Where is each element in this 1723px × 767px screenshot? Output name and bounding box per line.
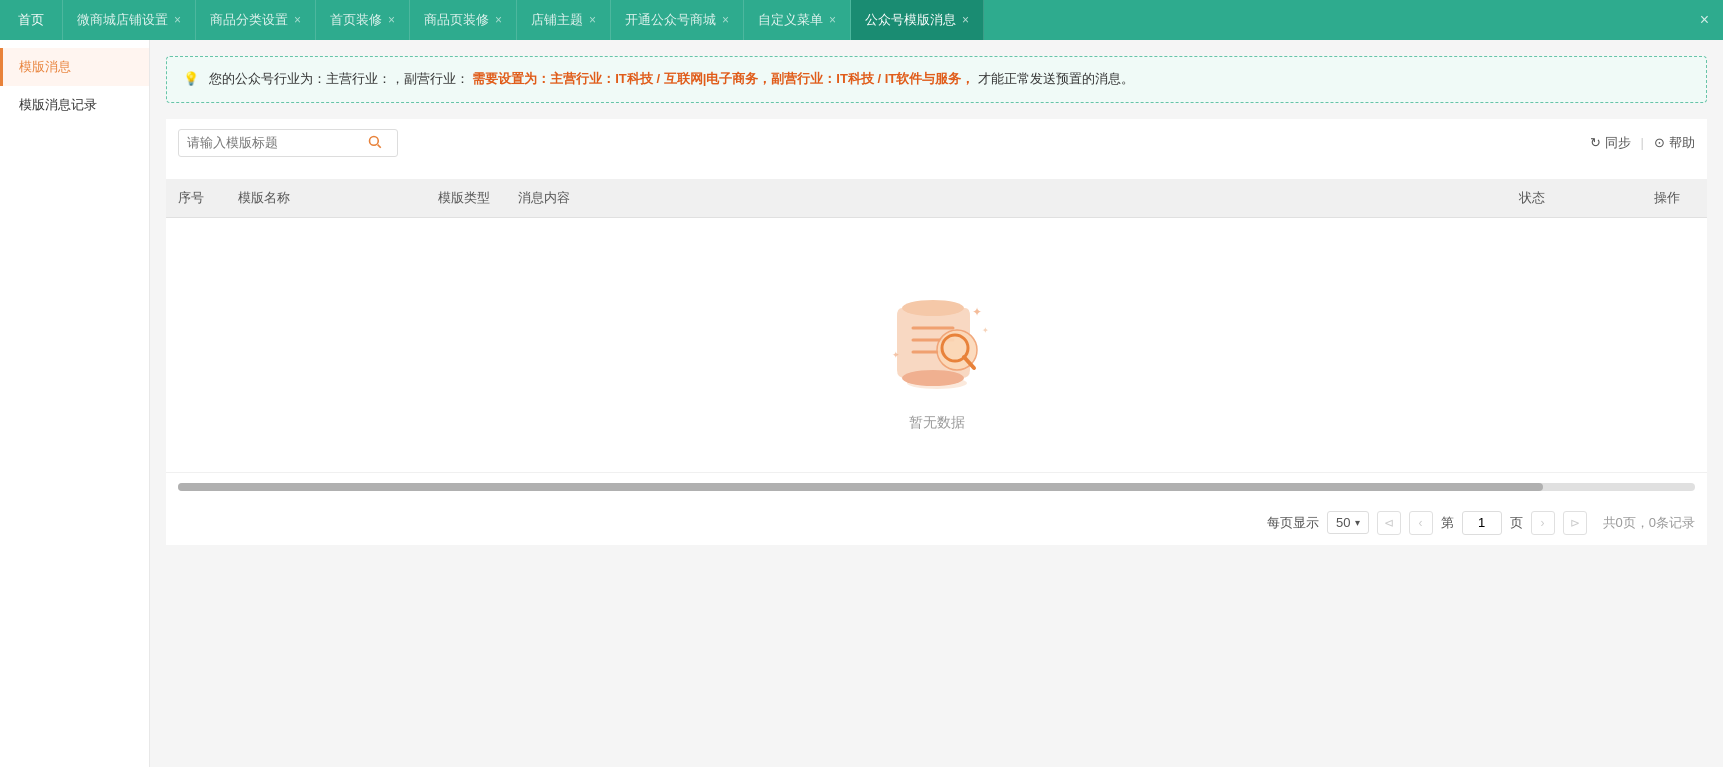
main-layout: 模版消息 模版消息记录 💡 您的公众号行业为：主营行业：，副营行业： 需要设置为… xyxy=(0,40,1723,767)
scroll-thumb xyxy=(178,483,1543,491)
table-empty-cell: ✦ ✦ ✦ 暂无数据 xyxy=(166,217,1707,472)
notice-highlight: 需要设置为：主营行业：IT科技 / 互联网|电子商务，副营行业：IT科技 / I… xyxy=(472,71,974,86)
sidebar-item-template-msg[interactable]: 模版消息 xyxy=(0,48,149,86)
close-category[interactable]: × xyxy=(294,13,301,27)
sidebar-item-log-label: 模版消息记录 xyxy=(19,97,97,112)
table-empty-row: ✦ ✦ ✦ 暂无数据 xyxy=(166,217,1707,472)
svg-line-1 xyxy=(378,144,381,147)
page-next-button[interactable]: › xyxy=(1531,511,1555,535)
nav-tab-template-msg[interactable]: 公众号模版消息 × xyxy=(851,0,984,40)
page-size-select[interactable]: 50 ▾ xyxy=(1327,511,1368,534)
toolbar-divider: | xyxy=(1641,135,1644,150)
empty-illustration: ✦ ✦ ✦ xyxy=(877,278,997,398)
page-number-input[interactable] xyxy=(1462,511,1502,535)
page-total-info: 共0页，0条记录 xyxy=(1603,514,1695,532)
content-area: 💡 您的公众号行业为：主营行业：，副营行业： 需要设置为：主营行业：IT科技 /… xyxy=(150,40,1723,767)
svg-point-0 xyxy=(370,136,379,145)
svg-point-4 xyxy=(902,370,964,386)
custom-menu-label: 自定义菜单 xyxy=(758,11,823,29)
template-msg-label: 公众号模版消息 xyxy=(865,11,956,29)
search-input[interactable] xyxy=(187,135,367,150)
col-header-action: 操作 xyxy=(1627,179,1707,218)
table-body: ✦ ✦ ✦ 暂无数据 xyxy=(166,217,1707,472)
close-custom-menu[interactable]: × xyxy=(829,13,836,27)
empty-state: ✦ ✦ ✦ 暂无数据 xyxy=(166,218,1707,472)
notice-text-prefix: 您的公众号行业为：主营行业：，副营行业： xyxy=(209,71,469,86)
sync-icon: ↻ xyxy=(1590,135,1601,150)
close-all-button[interactable]: × xyxy=(1686,0,1723,40)
svg-text:✦: ✦ xyxy=(982,326,989,335)
search-input-wrap xyxy=(178,129,398,157)
category-label: 商品分类设置 xyxy=(210,11,288,29)
sidebar: 模版消息 模版消息记录 xyxy=(0,40,150,767)
help-button[interactable]: ⊙ 帮助 xyxy=(1654,134,1695,152)
sync-button[interactable]: ↻ 同步 xyxy=(1590,134,1631,152)
page-prev-button[interactable]: ‹ xyxy=(1409,511,1433,535)
col-header-seq: 序号 xyxy=(166,179,226,218)
page-unit: 页 xyxy=(1510,514,1523,532)
col-header-content: 消息内容 xyxy=(506,179,1507,218)
table-header-row: 序号 模版名称 模版类型 消息内容 状态 xyxy=(166,179,1707,218)
search-bar: ↻ 同步 | ⊙ 帮助 xyxy=(166,119,1707,167)
nav-tab-home[interactable]: 首页 xyxy=(0,0,63,40)
top-nav: 首页 微商城店铺设置 × 商品分类设置 × 首页装修 × 商品页装修 × 店铺主… xyxy=(0,0,1723,40)
search-button[interactable] xyxy=(367,134,382,152)
page-size-label: 每页显示 xyxy=(1267,514,1319,532)
nav-tab-category[interactable]: 商品分类设置 × xyxy=(196,0,316,40)
col-header-type: 模版类型 xyxy=(426,179,506,218)
page-last-button[interactable]: ⊳ xyxy=(1563,511,1587,535)
empty-text: 暂无数据 xyxy=(166,414,1707,432)
col-header-status: 状态 xyxy=(1507,179,1627,218)
nav-tab-product-decor[interactable]: 商品页装修 × xyxy=(410,0,517,40)
close-open-mall[interactable]: × xyxy=(722,13,729,27)
data-table: 序号 模版名称 模版类型 消息内容 状态 xyxy=(166,179,1707,472)
close-product-decor[interactable]: × xyxy=(495,13,502,27)
table-container: ↻ 同步 | ⊙ 帮助 序号 xyxy=(166,119,1707,545)
close-wechat-shop[interactable]: × xyxy=(174,13,181,27)
product-decor-label: 商品页装修 xyxy=(424,11,489,29)
close-template-msg[interactable]: × xyxy=(962,13,969,27)
nav-tab-home-decor[interactable]: 首页装修 × xyxy=(316,0,410,40)
close-shop-theme[interactable]: × xyxy=(589,13,596,27)
open-mall-label: 开通公众号商城 xyxy=(625,11,716,29)
nav-tab-wechat-shop[interactable]: 微商城店铺设置 × xyxy=(63,0,196,40)
notice-box: 💡 您的公众号行业为：主营行业：，副营行业： 需要设置为：主营行业：IT科技 /… xyxy=(166,56,1707,103)
close-home-decor[interactable]: × xyxy=(388,13,395,27)
sidebar-item-template-msg-label: 模版消息 xyxy=(19,59,71,74)
sync-label: 同步 xyxy=(1605,134,1631,152)
table-scrollbar[interactable] xyxy=(166,472,1707,501)
svg-text:✦: ✦ xyxy=(892,350,900,360)
page-size-value: 50 xyxy=(1336,515,1350,530)
sidebar-item-template-msg-log[interactable]: 模版消息记录 xyxy=(0,86,149,124)
page-first-button[interactable]: ⊲ xyxy=(1377,511,1401,535)
scroll-track xyxy=(178,483,1695,491)
svg-point-3 xyxy=(902,300,964,316)
wechat-shop-label: 微商城店铺设置 xyxy=(77,11,168,29)
help-circle-icon: ⊙ xyxy=(1654,135,1665,150)
page-label: 第 xyxy=(1441,514,1454,532)
home-decor-label: 首页装修 xyxy=(330,11,382,29)
nav-tab-shop-theme[interactable]: 店铺主题 × xyxy=(517,0,611,40)
notice-icon: 💡 xyxy=(183,71,199,86)
help-label: 帮助 xyxy=(1669,134,1695,152)
svg-text:✦: ✦ xyxy=(972,305,982,319)
col-header-name: 模版名称 xyxy=(226,179,426,218)
toolbar-right: ↻ 同步 | ⊙ 帮助 xyxy=(1590,134,1695,152)
shop-theme-label: 店铺主题 xyxy=(531,11,583,29)
notice-text-suffix: 才能正常发送预置的消息。 xyxy=(978,71,1134,86)
nav-tab-open-mall[interactable]: 开通公众号商城 × xyxy=(611,0,744,40)
page-size-chevron: ▾ xyxy=(1355,517,1360,528)
home-tab-label: 首页 xyxy=(18,11,44,29)
pagination: 每页显示 50 ▾ ⊲ ‹ 第 页 › ⊳ 共0页，0条记录 xyxy=(166,501,1707,545)
nav-tab-custom-menu[interactable]: 自定义菜单 × xyxy=(744,0,851,40)
table-header: 序号 模版名称 模版类型 消息内容 状态 xyxy=(166,179,1707,218)
close-all-icon: × xyxy=(1700,11,1709,29)
